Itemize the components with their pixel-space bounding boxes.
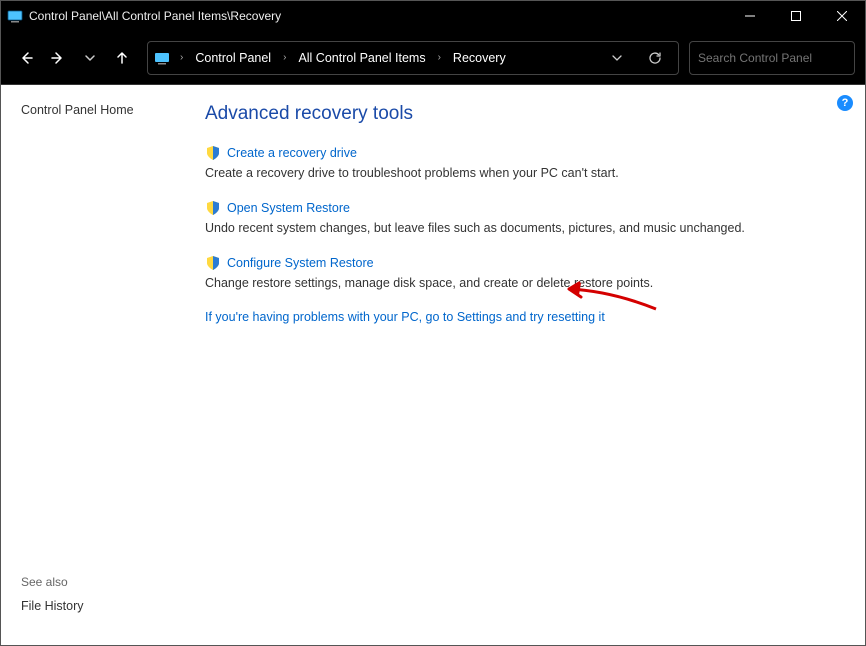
open-system-restore-link[interactable]: Open System Restore [227, 201, 350, 215]
close-button[interactable] [819, 1, 865, 31]
forward-button[interactable] [43, 43, 73, 73]
reset-pc-link[interactable]: If you're having problems with your PC, … [205, 310, 605, 324]
back-button[interactable] [11, 43, 41, 73]
up-button[interactable] [107, 43, 137, 73]
chevron-right-icon[interactable]: › [434, 52, 445, 63]
shield-icon [205, 255, 221, 271]
tool-open-system-restore: Open System Restore Undo recent system c… [205, 200, 835, 237]
window-frame: Control Panel\All Control Panel Items\Re… [0, 0, 866, 646]
tool-configure-system-restore: Configure System Restore Change restore … [205, 255, 835, 292]
control-panel-home-link[interactable]: Control Panel Home [21, 103, 134, 117]
shield-icon [205, 145, 221, 161]
open-system-restore-desc: Undo recent system changes, but leave fi… [205, 220, 835, 237]
search-box[interactable] [689, 41, 855, 75]
address-dropdown-button[interactable] [600, 43, 634, 73]
shield-icon [205, 200, 221, 216]
configure-system-restore-desc: Change restore settings, manage disk spa… [205, 275, 835, 292]
create-recovery-drive-desc: Create a recovery drive to troubleshoot … [205, 165, 835, 182]
tool-create-recovery-drive: Create a recovery drive Create a recover… [205, 145, 835, 182]
configure-system-restore-link[interactable]: Configure System Restore [227, 256, 374, 270]
breadcrumb-recovery[interactable]: Recovery [449, 47, 510, 69]
location-icon [154, 50, 170, 66]
chevron-right-icon[interactable]: › [176, 52, 187, 63]
system-icon [7, 8, 23, 24]
refresh-button[interactable] [638, 43, 672, 73]
window-title: Control Panel\All Control Panel Items\Re… [29, 9, 727, 23]
see-also-label: See also [21, 575, 181, 589]
body: ? Control Panel Home See also File Histo… [1, 85, 865, 645]
minimize-button[interactable] [727, 1, 773, 31]
search-input[interactable] [698, 51, 853, 65]
recent-locations-button[interactable] [75, 43, 105, 73]
navbar: › Control Panel › All Control Panel Item… [1, 31, 865, 85]
file-history-link[interactable]: File History [21, 599, 181, 613]
chevron-right-icon[interactable]: › [279, 52, 290, 63]
address-bar[interactable]: › Control Panel › All Control Panel Item… [147, 41, 679, 75]
breadcrumb-control-panel[interactable]: Control Panel [191, 47, 275, 69]
page-heading: Advanced recovery tools [205, 103, 835, 125]
maximize-button[interactable] [773, 1, 819, 31]
titlebar: Control Panel\All Control Panel Items\Re… [1, 1, 865, 31]
breadcrumb-all-items[interactable]: All Control Panel Items [294, 47, 429, 69]
content-area: Advanced recovery tools Create a recover… [201, 85, 865, 645]
sidebar: Control Panel Home See also File History [1, 85, 201, 645]
create-recovery-drive-link[interactable]: Create a recovery drive [227, 146, 357, 160]
